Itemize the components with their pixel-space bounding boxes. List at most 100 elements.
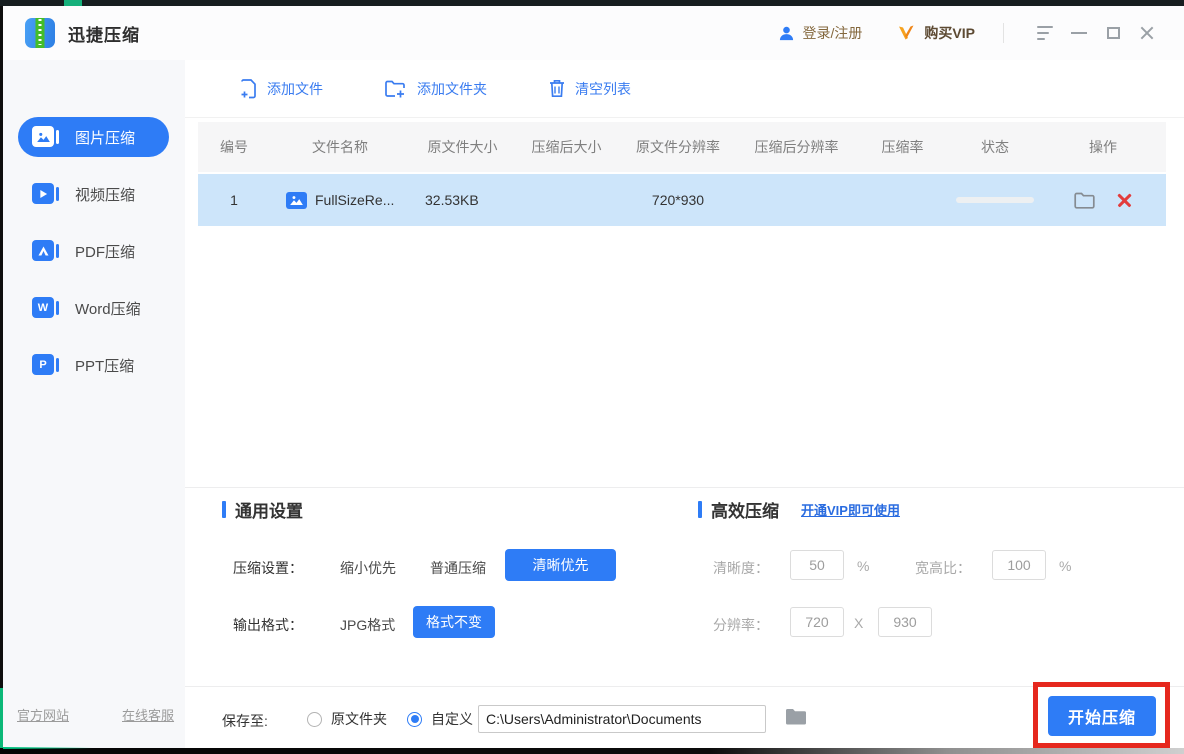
radio-unchecked-icon (307, 712, 322, 727)
option-keep-format-selected[interactable]: 格式不变 (413, 606, 495, 638)
window-edge-top (0, 0, 1184, 6)
compression-setting-label: 压缩设置： (233, 558, 303, 578)
clarity-input[interactable] (790, 550, 844, 580)
save-path-input[interactable] (478, 705, 766, 733)
add-folder-label: 添加文件夹 (417, 79, 487, 99)
sidebar-item-label: PPT压缩 (75, 355, 134, 376)
original-resolution-value: 720*930 (618, 192, 738, 208)
aspect-ratio-input[interactable] (992, 550, 1046, 580)
sidebar-item-image-compress[interactable]: 图片压缩 (18, 117, 169, 157)
add-file-icon (240, 79, 257, 99)
radio-custom-folder[interactable]: 自定义 (407, 709, 473, 729)
column-header-status: 状态 (950, 137, 1040, 157)
sidebar-item-label: 视频压缩 (75, 184, 135, 205)
radio-original-folder[interactable]: 原文件夹 (307, 709, 387, 729)
minimize-icon (1071, 32, 1087, 34)
general-settings-title: 通用设置 (222, 497, 303, 522)
add-file-label: 添加文件 (267, 79, 323, 99)
option-jpg-format[interactable]: JPG格式 (340, 615, 395, 635)
main-panel: 添加文件 添加文件夹 清空列表 编号 文件名称 原文件大小 压缩后大小 原文件分… (185, 60, 1184, 748)
sidebar-item-label: Word压缩 (75, 298, 141, 319)
sidebar-item-word-compress[interactable]: W Word压缩 (18, 288, 169, 328)
original-size-value: 32.53KB (410, 192, 515, 208)
row-index: 1 (198, 192, 270, 208)
ppt-compress-icon: P (32, 353, 62, 377)
login-register-button[interactable]: 登录/注册 (778, 23, 863, 43)
aspect-ratio-label: 宽高比： (915, 558, 971, 578)
option-clarity-first-selected[interactable]: 清晰优先 (505, 549, 616, 581)
window-edge-bottom (0, 748, 1184, 754)
vip-v-icon (896, 24, 916, 42)
sidebar-item-ppt-compress[interactable]: P PPT压缩 (18, 345, 169, 385)
window-edge-top-notch (64, 0, 82, 6)
section-marker (698, 501, 702, 518)
image-compress-icon (32, 125, 62, 149)
option-shrink-first[interactable]: 缩小优先 (340, 558, 396, 578)
table-row[interactable]: 1 FullSizeRe... 32.53KB 720*930 (198, 174, 1166, 226)
buy-vip-button[interactable]: 购买VIP (896, 23, 975, 43)
sidebar-item-video-compress[interactable]: 视频压缩 (18, 174, 169, 214)
browse-folder-button[interactable] (785, 708, 807, 725)
close-button[interactable] (1132, 18, 1162, 48)
resolution-label: 分辨率： (713, 615, 769, 635)
clear-list-label: 清空列表 (575, 79, 631, 99)
online-support-link[interactable]: 在线客服 (122, 705, 174, 724)
video-compress-icon (32, 182, 62, 206)
column-header-compressed-resolution: 压缩后分辨率 (738, 137, 855, 157)
column-header-ratio: 压缩率 (855, 137, 950, 157)
open-vip-link[interactable]: 开通VIP即可使用 (801, 500, 900, 519)
minimize-button[interactable] (1064, 18, 1094, 48)
efficient-compress-title: 高效压缩 开通VIP即可使用 (698, 497, 900, 522)
trash-icon (549, 79, 565, 98)
open-folder-button[interactable] (1074, 192, 1095, 209)
app-logo-icon (25, 18, 55, 48)
settings-divider (185, 487, 1184, 488)
image-file-icon (286, 192, 307, 209)
column-header-filename: 文件名称 (270, 137, 410, 157)
add-file-button[interactable]: 添加文件 (240, 79, 323, 99)
column-header-index: 编号 (198, 137, 270, 157)
buy-vip-label: 购买VIP (924, 23, 975, 43)
close-icon (1140, 26, 1154, 40)
column-header-original-resolution: 原文件分辨率 (618, 137, 738, 157)
aspect-unit: % (1059, 558, 1071, 574)
add-folder-icon (385, 80, 407, 98)
clear-list-button[interactable]: 清空列表 (549, 79, 631, 99)
clarity-label: 清晰度： (713, 558, 769, 578)
sidebar: 图片压缩 视频压缩 PDF压缩 W (3, 60, 185, 748)
table-header-row: 编号 文件名称 原文件大小 压缩后大小 原文件分辨率 压缩后分辨率 压缩率 状态… (198, 122, 1166, 172)
start-compress-button[interactable]: 开始压缩 (1048, 696, 1156, 736)
remove-file-button[interactable] (1117, 193, 1132, 208)
option-normal-compress[interactable]: 普通压缩 (430, 558, 486, 578)
maximize-button[interactable] (1098, 18, 1128, 48)
save-to-label: 保存至: (222, 711, 268, 731)
section-marker (222, 501, 226, 518)
menu-button[interactable] (1030, 18, 1060, 48)
clarity-unit: % (857, 558, 869, 574)
word-compress-icon: W (32, 296, 62, 320)
resolution-x-separator: X (854, 615, 863, 631)
official-website-link[interactable]: 官方网站 (17, 705, 69, 724)
title-bar: 迅捷压缩 登录/注册 购买VIP (3, 6, 1184, 60)
column-header-original-size: 原文件大小 (410, 137, 515, 157)
file-name: FullSizeRe... (315, 192, 394, 208)
radio-checked-icon (407, 712, 422, 727)
sidebar-item-label: 图片压缩 (75, 127, 135, 148)
resolution-height-input[interactable] (878, 607, 932, 637)
menu-icon (1037, 26, 1053, 40)
app-window: 迅捷压缩 登录/注册 购买VIP (0, 0, 1184, 754)
file-table: 编号 文件名称 原文件大小 压缩后大小 原文件分辨率 压缩后分辨率 压缩率 状态… (198, 122, 1166, 226)
login-register-label: 登录/注册 (803, 23, 863, 43)
header-divider (1003, 23, 1004, 43)
status-progress-bar (956, 197, 1034, 203)
column-header-compressed-size: 压缩后大小 (515, 137, 618, 157)
add-folder-button[interactable]: 添加文件夹 (385, 79, 487, 99)
resolution-width-input[interactable] (790, 607, 844, 637)
output-format-label: 输出格式： (233, 615, 303, 635)
window-edge-bottom-green (3, 747, 93, 749)
window-edge-left-green (0, 688, 3, 754)
column-header-actions: 操作 (1040, 137, 1166, 157)
sidebar-item-label: PDF压缩 (75, 241, 135, 262)
sidebar-item-pdf-compress[interactable]: PDF压缩 (18, 231, 169, 271)
window-edge-left (0, 6, 3, 688)
